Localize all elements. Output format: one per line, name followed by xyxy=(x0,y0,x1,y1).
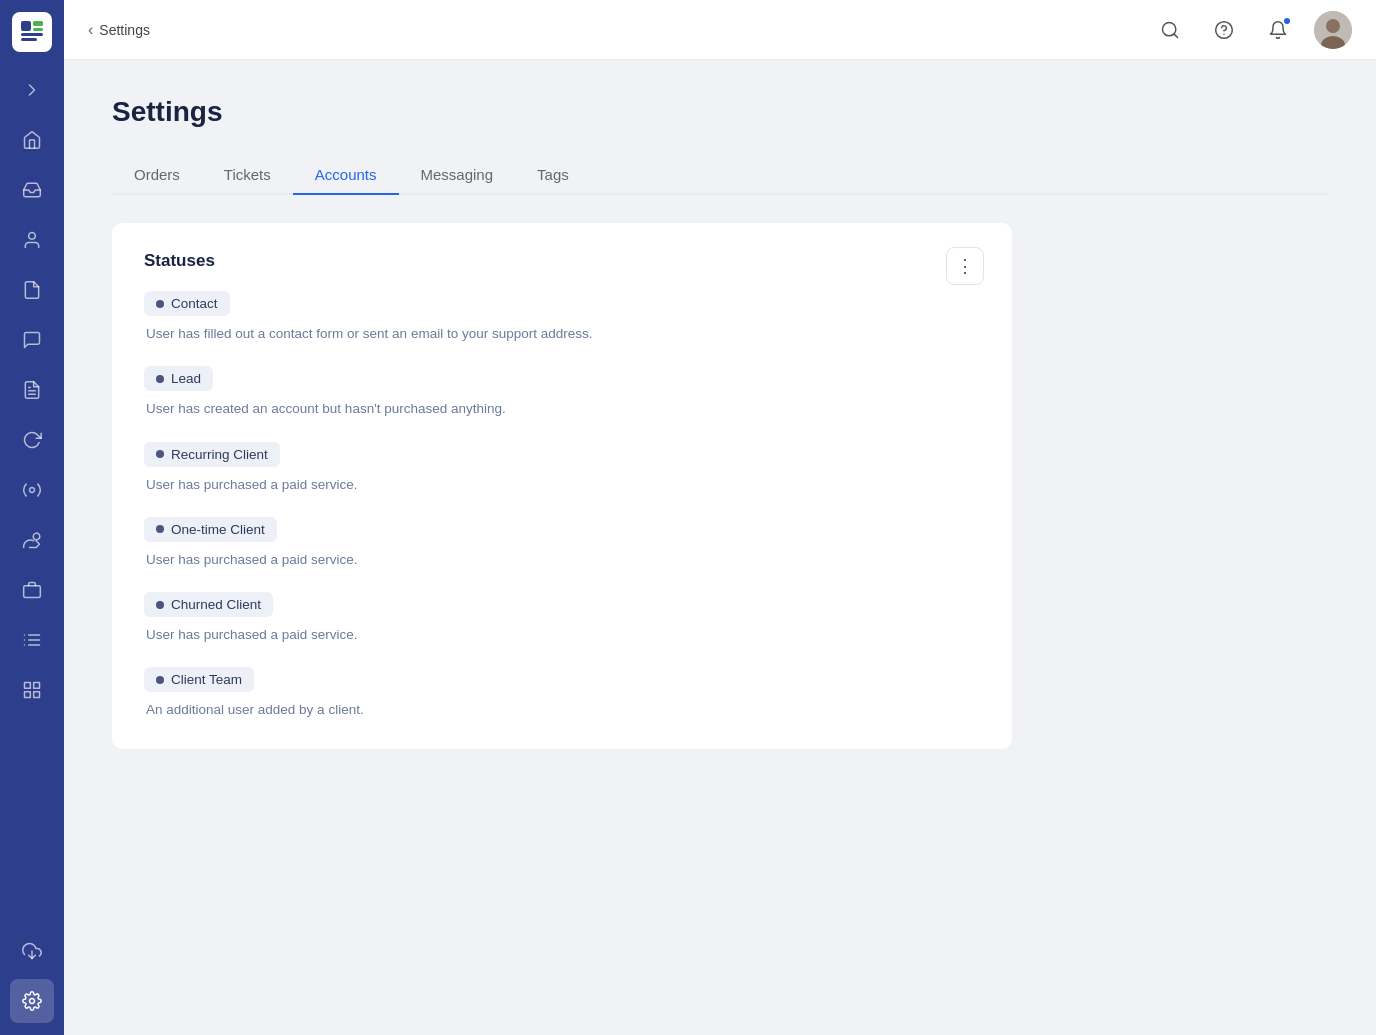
svg-rect-17 xyxy=(34,683,40,689)
user-avatar[interactable] xyxy=(1314,11,1352,49)
status-dot-client-team xyxy=(156,676,164,684)
status-item-recurring-client: Recurring Client User has purchased a pa… xyxy=(144,442,980,495)
svg-rect-19 xyxy=(34,692,40,698)
svg-rect-0 xyxy=(21,21,31,31)
sidebar-item-contacts[interactable] xyxy=(10,218,54,262)
status-badge-one-time-client[interactable]: One-time Client xyxy=(144,517,277,542)
svg-rect-1 xyxy=(33,21,43,26)
status-dot-lead xyxy=(156,375,164,383)
sidebar-item-inbox[interactable] xyxy=(10,168,54,212)
status-badge-churned-client[interactable]: Churned Client xyxy=(144,592,273,617)
svg-rect-4 xyxy=(21,38,37,41)
svg-rect-16 xyxy=(25,683,31,689)
tab-orders[interactable]: Orders xyxy=(112,156,202,195)
sidebar-item-home[interactable] xyxy=(10,118,54,162)
status-description-churned-client: User has purchased a paid service. xyxy=(146,625,980,645)
sidebar-item-reports[interactable] xyxy=(10,368,54,412)
notifications-button[interactable] xyxy=(1260,12,1296,48)
search-icon xyxy=(1160,20,1180,40)
app-logo[interactable] xyxy=(12,12,52,52)
status-description-lead: User has created an account but hasn't p… xyxy=(146,399,980,419)
help-button[interactable] xyxy=(1206,12,1242,48)
svg-rect-18 xyxy=(25,692,31,698)
sidebar-item-settings[interactable] xyxy=(10,979,54,1023)
status-label-lead: Lead xyxy=(171,371,201,386)
status-label-recurring-client: Recurring Client xyxy=(171,447,268,462)
tabs-bar: Orders Tickets Accounts Messaging Tags xyxy=(112,156,1328,195)
status-item-churned-client: Churned Client User has purchased a paid… xyxy=(144,592,980,645)
status-dot-churned-client xyxy=(156,601,164,609)
status-badge-lead[interactable]: Lead xyxy=(144,366,213,391)
sidebar-item-plugin[interactable] xyxy=(10,929,54,973)
sidebar-item-chat[interactable] xyxy=(10,318,54,362)
svg-point-8 xyxy=(30,488,35,493)
sidebar-item-list[interactable] xyxy=(10,618,54,662)
back-button[interactable]: ‹ Settings xyxy=(88,21,150,39)
avatar-image xyxy=(1314,11,1352,49)
search-button[interactable] xyxy=(1152,12,1188,48)
sidebar-item-forward[interactable] xyxy=(10,68,54,112)
tab-accounts[interactable]: Accounts xyxy=(293,156,399,195)
main-container: ‹ Settings Settin xyxy=(64,0,1376,1035)
sidebar-item-refresh[interactable] xyxy=(10,418,54,462)
status-label-client-team: Client Team xyxy=(171,672,242,687)
status-badge-recurring-client[interactable]: Recurring Client xyxy=(144,442,280,467)
help-icon xyxy=(1214,20,1234,40)
svg-rect-3 xyxy=(21,33,43,36)
statuses-title: Statuses xyxy=(144,251,215,271)
tab-tickets[interactable]: Tickets xyxy=(202,156,293,195)
statuses-header: Statuses ⋮ xyxy=(144,251,980,271)
sidebar-item-portfolio[interactable] xyxy=(10,568,54,612)
status-description-client-team: An additional user added by a client. xyxy=(146,700,980,720)
statuses-more-button[interactable]: ⋮ xyxy=(946,247,984,285)
sidebar xyxy=(0,0,64,1035)
notification-badge xyxy=(1282,16,1292,26)
status-dot-one-time-client xyxy=(156,525,164,533)
status-item-one-time-client: One-time Client User has purchased a pai… xyxy=(144,517,980,570)
sidebar-item-partners[interactable] xyxy=(10,518,54,562)
svg-point-27 xyxy=(1326,19,1340,33)
svg-line-23 xyxy=(1174,33,1178,37)
page-content: Settings Orders Tickets Accounts Messagi… xyxy=(64,60,1376,1035)
status-label-one-time-client: One-time Client xyxy=(171,522,265,537)
back-label: Settings xyxy=(99,22,150,38)
sidebar-item-grid[interactable] xyxy=(10,668,54,712)
page-title: Settings xyxy=(112,96,1328,128)
status-description-one-time-client: User has purchased a paid service. xyxy=(146,550,980,570)
status-item-lead: Lead User has created an account but has… xyxy=(144,366,980,419)
topbar-icons xyxy=(1152,11,1352,49)
tab-messaging[interactable]: Messaging xyxy=(399,156,516,195)
svg-rect-2 xyxy=(33,28,43,31)
status-badge-contact[interactable]: Contact xyxy=(144,291,230,316)
status-dot-contact xyxy=(156,300,164,308)
status-item-client-team: Client Team An additional user added by … xyxy=(144,667,980,720)
status-dot-recurring-client xyxy=(156,450,164,458)
back-arrow-icon: ‹ xyxy=(88,21,93,39)
sidebar-item-integrations[interactable] xyxy=(10,468,54,512)
status-item-contact: Contact User has filled out a contact fo… xyxy=(144,291,980,344)
svg-rect-9 xyxy=(24,586,41,598)
status-label-contact: Contact xyxy=(171,296,218,311)
tab-tags[interactable]: Tags xyxy=(515,156,591,195)
status-description-contact: User has filled out a contact form or se… xyxy=(146,324,980,344)
sidebar-item-documents[interactable] xyxy=(10,268,54,312)
svg-point-24 xyxy=(1216,21,1233,38)
svg-point-5 xyxy=(29,233,36,240)
svg-point-21 xyxy=(30,999,35,1004)
status-label-churned-client: Churned Client xyxy=(171,597,261,612)
topbar: ‹ Settings xyxy=(64,0,1376,60)
status-description-recurring-client: User has purchased a paid service. xyxy=(146,475,980,495)
status-badge-client-team[interactable]: Client Team xyxy=(144,667,254,692)
statuses-card: Statuses ⋮ Contact User has filled out a… xyxy=(112,223,1012,749)
